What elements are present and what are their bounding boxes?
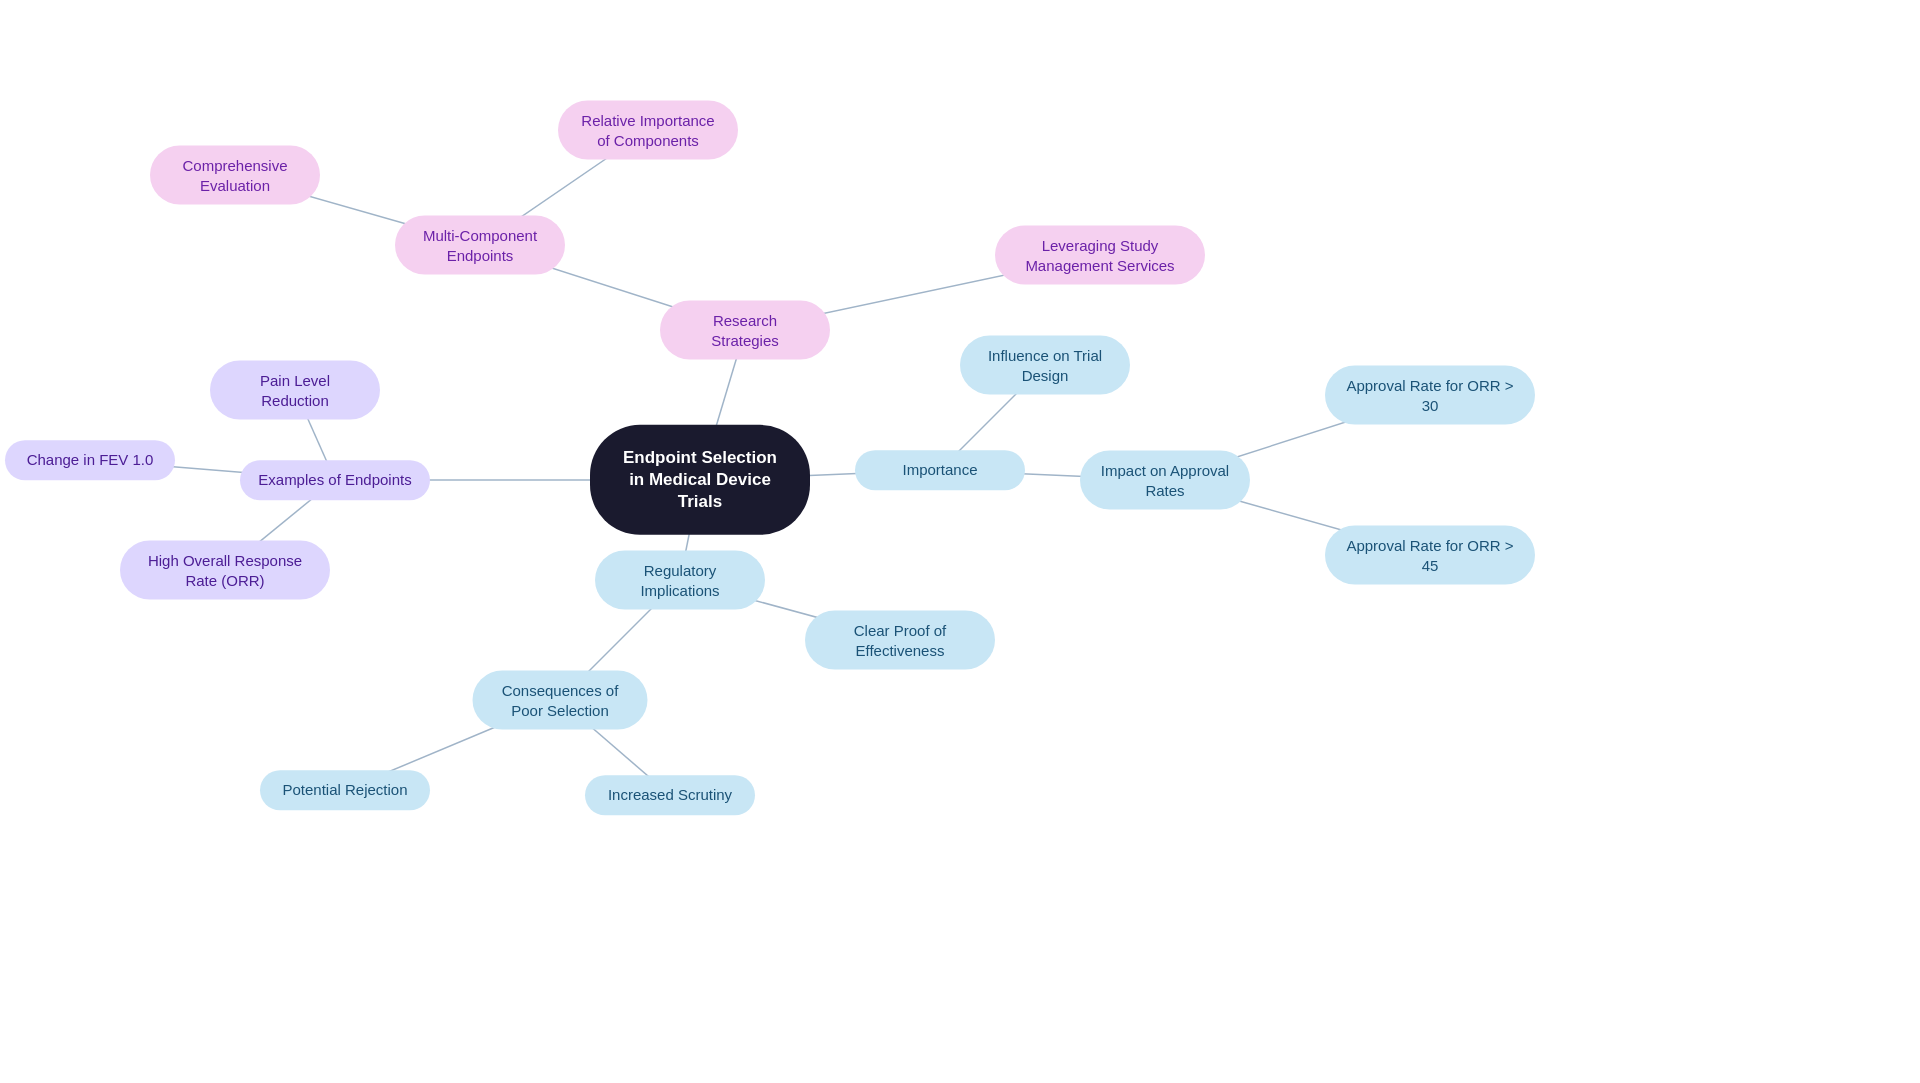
node-relative_importance[interactable]: Relative Importance of Components (558, 101, 738, 160)
node-approval_orr_30[interactable]: Approval Rate for ORR > 30 (1325, 366, 1535, 425)
mindmap-canvas: Endpoint Selection in Medical Device Tri… (0, 0, 1920, 1083)
node-comprehensive_evaluation[interactable]: Comprehensive Evaluation (150, 146, 320, 205)
node-change_fev[interactable]: Change in FEV 1.0 (5, 440, 175, 480)
node-high_orr[interactable]: High Overall Response Rate (ORR) (120, 541, 330, 600)
node-clear_proof[interactable]: Clear Proof of Effectiveness (805, 611, 995, 670)
node-consequences[interactable]: Consequences of Poor Selection (473, 671, 648, 730)
node-multi_component[interactable]: Multi-Component Endpoints (395, 216, 565, 275)
node-increased_scrutiny[interactable]: Increased Scrutiny (585, 775, 755, 815)
node-pain_level[interactable]: Pain Level Reduction (210, 361, 380, 420)
node-influence_trial[interactable]: Influence on Trial Design (960, 336, 1130, 395)
node-examples_endpoints[interactable]: Examples of Endpoints (240, 460, 430, 500)
node-regulatory_implications[interactable]: Regulatory Implications (595, 551, 765, 610)
node-leveraging_study[interactable]: Leveraging Study Management Services (995, 226, 1205, 285)
node-approval_orr_45[interactable]: Approval Rate for ORR > 45 (1325, 526, 1535, 585)
node-impact_approval[interactable]: Impact on Approval Rates (1080, 451, 1250, 510)
node-research_strategies[interactable]: Research Strategies (660, 301, 830, 360)
node-potential_rejection[interactable]: Potential Rejection (260, 770, 430, 810)
node-center[interactable]: Endpoint Selection in Medical Device Tri… (590, 425, 810, 535)
node-importance[interactable]: Importance (855, 450, 1025, 490)
